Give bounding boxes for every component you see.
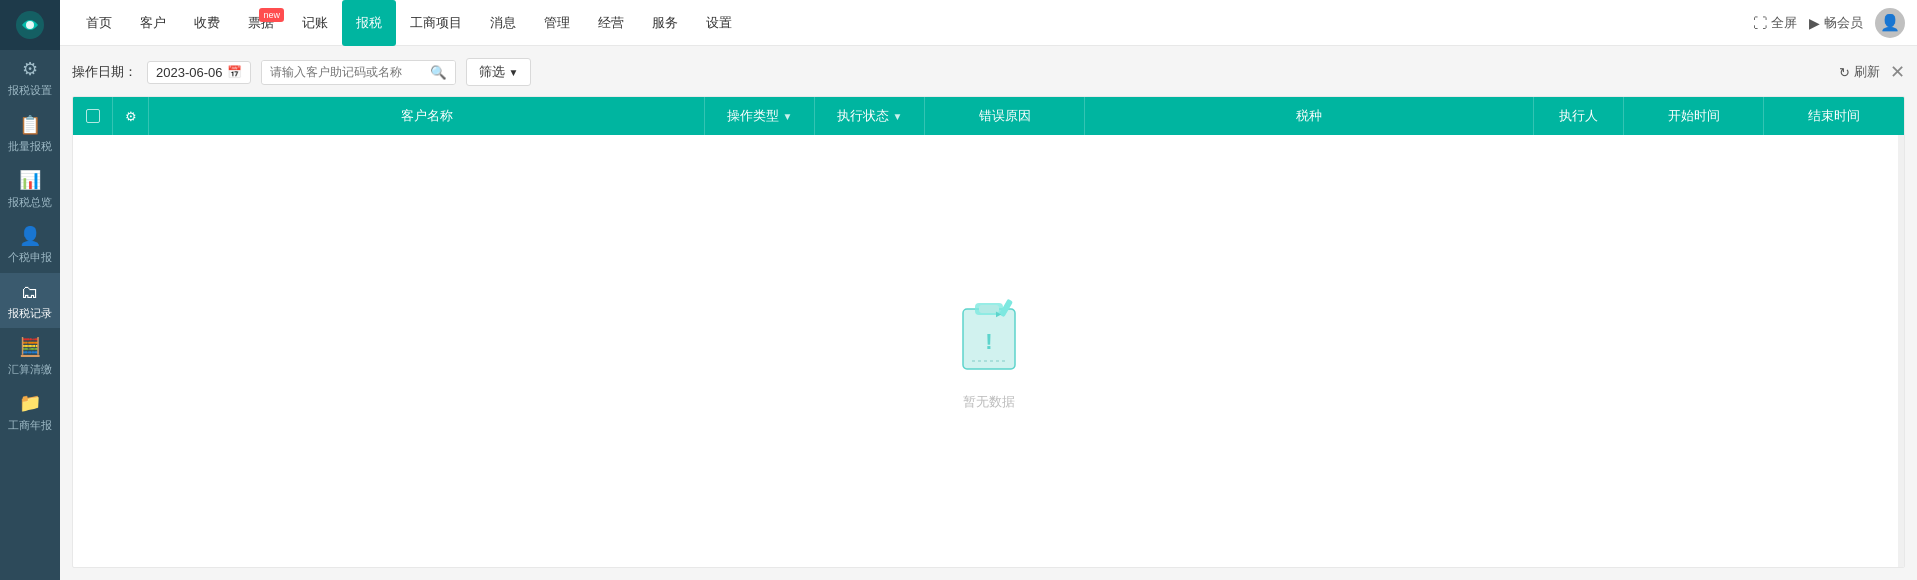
th-status: 执行状态 ▼ — [815, 97, 925, 135]
th-client: 客户名称 — [149, 97, 705, 135]
chevron-down-icon: ▼ — [509, 67, 519, 78]
empty-illustration: ! — [949, 291, 1029, 381]
nav-invoice-badge: new — [259, 8, 284, 23]
personal-tax-icon: 👤 — [19, 225, 41, 248]
calculate-icon: 🧮 — [19, 336, 41, 359]
th-tax: 税种 — [1085, 97, 1534, 135]
th-executor: 执行人 — [1534, 97, 1624, 135]
th-endtime: 结束时间 — [1764, 97, 1904, 135]
tax-overview-icon: 📊 — [19, 169, 41, 192]
table-container: ⚙ 客户名称 操作类型 ▼ 执行状态 ▼ 错误原因 税种 — [72, 96, 1905, 568]
sidebar-item-tax-record[interactable]: 🗂 报税记录 — [0, 273, 60, 329]
member-icon: ▶ — [1809, 15, 1820, 31]
batch-tax-icon: 📋 — [19, 114, 41, 137]
tax-record-icon: 🗂 — [21, 281, 39, 304]
refresh-icon: ↻ — [1839, 65, 1850, 80]
nav-client[interactable]: 客户 — [126, 0, 180, 46]
nav-service[interactable]: 服务 — [638, 0, 692, 46]
topnav: 首页 客户 收费 票据 new 记账 报税 工商项目 消息 管理 经营 服务 设… — [60, 0, 1917, 46]
sidebar-item-batch-tax[interactable]: 📋 批量报税 — [0, 106, 60, 162]
th-check — [73, 97, 113, 135]
date-label: 操作日期： — [72, 63, 137, 81]
nav-management[interactable]: 管理 — [530, 0, 584, 46]
close-button[interactable]: ✕ — [1890, 61, 1905, 83]
fullscreen-icon: ⛶ — [1753, 15, 1767, 31]
table-body: ! 暂无数据 — [73, 135, 1904, 567]
optype-sort-icon: ▼ — [782, 111, 792, 122]
th-gear[interactable]: ⚙ — [113, 97, 149, 135]
nav-message[interactable]: 消息 — [476, 0, 530, 46]
tax-settings-icon: ⚙ — [22, 58, 38, 81]
table-header: ⚙ 客户名称 操作类型 ▼ 执行状态 ▼ 错误原因 税种 — [73, 97, 1904, 135]
date-value: 2023-06-06 — [156, 65, 223, 80]
refresh-button[interactable]: ↻ 刷新 — [1839, 63, 1880, 81]
search-icon: 🔍 — [430, 65, 447, 80]
topnav-items: 首页 客户 收费 票据 new 记账 报税 工商项目 消息 管理 经营 服务 设… — [72, 0, 1753, 46]
empty-text: 暂无数据 — [963, 393, 1015, 411]
nav-billing[interactable]: 收费 — [180, 0, 234, 46]
th-optype: 操作类型 ▼ — [705, 97, 815, 135]
sidebar-item-calculate[interactable]: 🧮 汇算清缴 — [0, 328, 60, 384]
search-box: 🔍 — [261, 60, 456, 85]
avatar-icon: 👤 — [1880, 13, 1900, 32]
fullscreen-button[interactable]: ⛶ 全屏 — [1753, 14, 1797, 32]
content: 操作日期： 2023-06-06 📅 🔍 筛选 ▼ ↻ 刷新 ✕ — [60, 46, 1917, 580]
main-area: 首页 客户 收费 票据 new 记账 报税 工商项目 消息 管理 经营 服务 设… — [60, 0, 1917, 580]
scrollbar-track[interactable] — [1898, 135, 1904, 567]
th-starttime: 开始时间 — [1624, 97, 1764, 135]
sidebar-item-tax-settings[interactable]: ⚙ 报税设置 — [0, 50, 60, 106]
date-picker[interactable]: 2023-06-06 📅 — [147, 61, 251, 84]
nav-operation[interactable]: 经营 — [584, 0, 638, 46]
select-all-checkbox[interactable] — [86, 109, 100, 123]
member-button[interactable]: ▶ 畅会员 — [1809, 14, 1863, 32]
annual-report-icon: 📁 — [19, 392, 41, 415]
sidebar-item-personal-tax[interactable]: 👤 个税申报 — [0, 217, 60, 273]
nav-home[interactable]: 首页 — [72, 0, 126, 46]
th-reason: 错误原因 — [925, 97, 1085, 135]
nav-business[interactable]: 工商项目 — [396, 0, 476, 46]
filter-button[interactable]: 筛选 ▼ — [466, 58, 532, 86]
nav-settings[interactable]: 设置 — [692, 0, 746, 46]
topnav-right: ⛶ 全屏 ▶ 畅会员 👤 — [1753, 8, 1905, 38]
empty-state: ! 暂无数据 — [949, 291, 1029, 411]
nav-account[interactable]: 记账 — [288, 0, 342, 46]
sidebar-item-tax-overview[interactable]: 📊 报税总览 — [0, 161, 60, 217]
gear-icon: ⚙ — [125, 109, 137, 124]
nav-invoice[interactable]: 票据 new — [234, 0, 288, 46]
sidebar-logo — [0, 0, 60, 50]
svg-text:!: ! — [985, 329, 992, 354]
sidebar: ⚙ 报税设置 📋 批量报税 📊 报税总览 👤 个税申报 🗂 报税记录 🧮 汇算清… — [0, 0, 60, 580]
avatar[interactable]: 👤 — [1875, 8, 1905, 38]
toolbar: 操作日期： 2023-06-06 📅 🔍 筛选 ▼ ↻ 刷新 ✕ — [72, 58, 1905, 86]
nav-tax[interactable]: 报税 — [342, 0, 396, 46]
calendar-icon: 📅 — [227, 65, 242, 79]
filter-label: 筛选 — [479, 63, 505, 81]
status-sort-icon: ▼ — [892, 111, 902, 122]
svg-point-1 — [26, 21, 34, 29]
search-button[interactable]: 🔍 — [422, 61, 455, 84]
sidebar-item-annual-report[interactable]: 📁 工商年报 — [0, 384, 60, 440]
search-input[interactable] — [262, 61, 422, 83]
